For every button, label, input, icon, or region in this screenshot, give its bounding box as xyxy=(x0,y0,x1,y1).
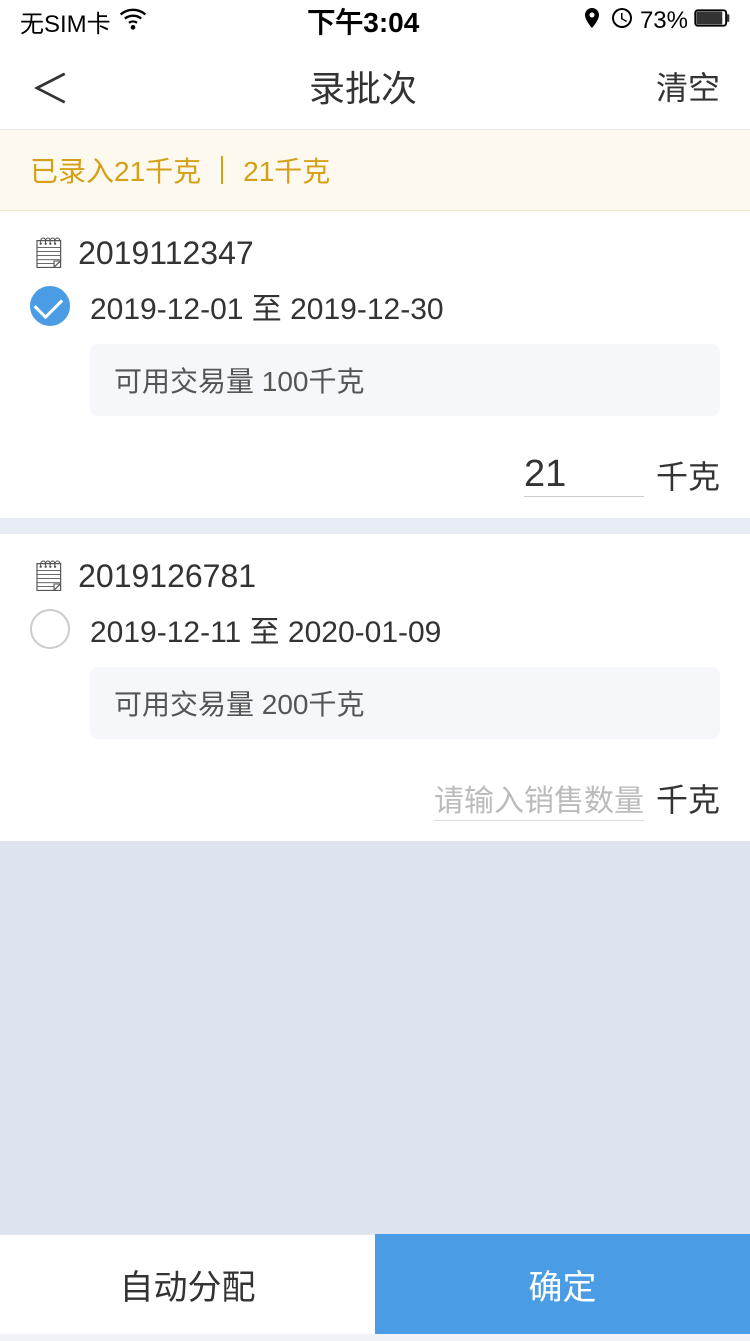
batch-header-1: 🗒 2019112347 xyxy=(30,235,720,272)
recorded-amount-value: 21千克 xyxy=(243,150,330,190)
batch-section-1: 🗒 2019112347 2019-12-01 至 2019-12-30 可用交… xyxy=(0,211,750,518)
location-icon xyxy=(580,6,604,37)
quantity-input-2[interactable]: 请输入销售数量 xyxy=(434,776,644,821)
quantity-value-1: 21 xyxy=(524,453,566,495)
batch-item-1: 🗒 2019112347 2019-12-01 至 2019-12-30 可用交… xyxy=(0,211,750,416)
status-right: 73% xyxy=(580,6,730,37)
batch-date-row-1: 2019-12-01 至 2019-12-30 xyxy=(30,284,720,328)
back-button[interactable]: ＜ xyxy=(30,57,70,115)
status-bar: 无SIM卡 下午3:04 73% xyxy=(0,0,750,42)
battery-percent: 73% xyxy=(640,7,688,35)
batch-date-row-2: 2019-12-11 至 2020-01-09 xyxy=(30,607,720,651)
banner-divider xyxy=(221,156,223,184)
main-content: 🗒 2019112347 2019-12-01 至 2019-12-30 可用交… xyxy=(0,211,750,1341)
availability-box-2: 可用交易量 200千克 xyxy=(90,667,720,739)
input-placeholder-2: 请输入销售数量 xyxy=(434,785,644,818)
confirm-button[interactable]: 确定 xyxy=(375,1234,750,1334)
batch-doc-icon-2: 🗒 xyxy=(30,559,68,594)
availability-box-1: 可用交易量 100千克 xyxy=(90,344,720,416)
status-left: 无SIM卡 xyxy=(20,4,147,39)
battery-icon xyxy=(694,7,730,36)
section-divider xyxy=(0,518,750,534)
batch-radio-1[interactable] xyxy=(30,286,70,326)
page-title: 录批次 xyxy=(309,60,417,112)
empty-area xyxy=(0,841,750,1241)
batch-date-1: 2019-12-01 至 2019-12-30 xyxy=(90,284,444,328)
batch-radio-2[interactable] xyxy=(30,609,70,649)
auto-distribute-button[interactable]: 自动分配 xyxy=(0,1234,375,1334)
batch-number-1: 2019112347 xyxy=(78,235,254,272)
input-unit-2: 千克 xyxy=(656,775,720,821)
batch-item-2: 🗒 2019126781 2019-12-11 至 2020-01-09 可用交… xyxy=(0,534,750,739)
recorded-amount-label: 已录入21千克 xyxy=(30,150,201,190)
batch-doc-icon-1: 🗒 xyxy=(30,236,68,271)
availability-text-1: 可用交易量 100千克 xyxy=(114,366,365,397)
status-time: 下午3:04 xyxy=(307,1,419,41)
batch-date-2: 2019-12-11 至 2020-01-09 xyxy=(90,607,441,651)
sim-text: 无SIM卡 xyxy=(20,4,111,39)
quantity-unit-1: 千克 xyxy=(656,452,720,498)
bottom-actions: 自动分配 确定 xyxy=(0,1234,750,1334)
info-banner: 已录入21千克 21千克 xyxy=(0,130,750,211)
wifi-icon xyxy=(119,4,147,39)
clear-button[interactable]: 清空 xyxy=(656,63,720,109)
alarm-icon xyxy=(610,6,634,37)
input-row-2: 请输入销售数量 千克 xyxy=(0,759,750,841)
nav-bar: ＜ 录批次 清空 xyxy=(0,42,750,130)
quantity-row-1: 21 千克 xyxy=(0,436,750,518)
batch-section-2: 🗒 2019126781 2019-12-11 至 2020-01-09 可用交… xyxy=(0,534,750,841)
availability-text-2: 可用交易量 200千克 xyxy=(114,689,365,720)
batch-number-2: 2019126781 xyxy=(78,558,256,595)
batch-header-2: 🗒 2019126781 xyxy=(30,558,720,595)
quantity-input-1[interactable]: 21 xyxy=(524,453,644,497)
